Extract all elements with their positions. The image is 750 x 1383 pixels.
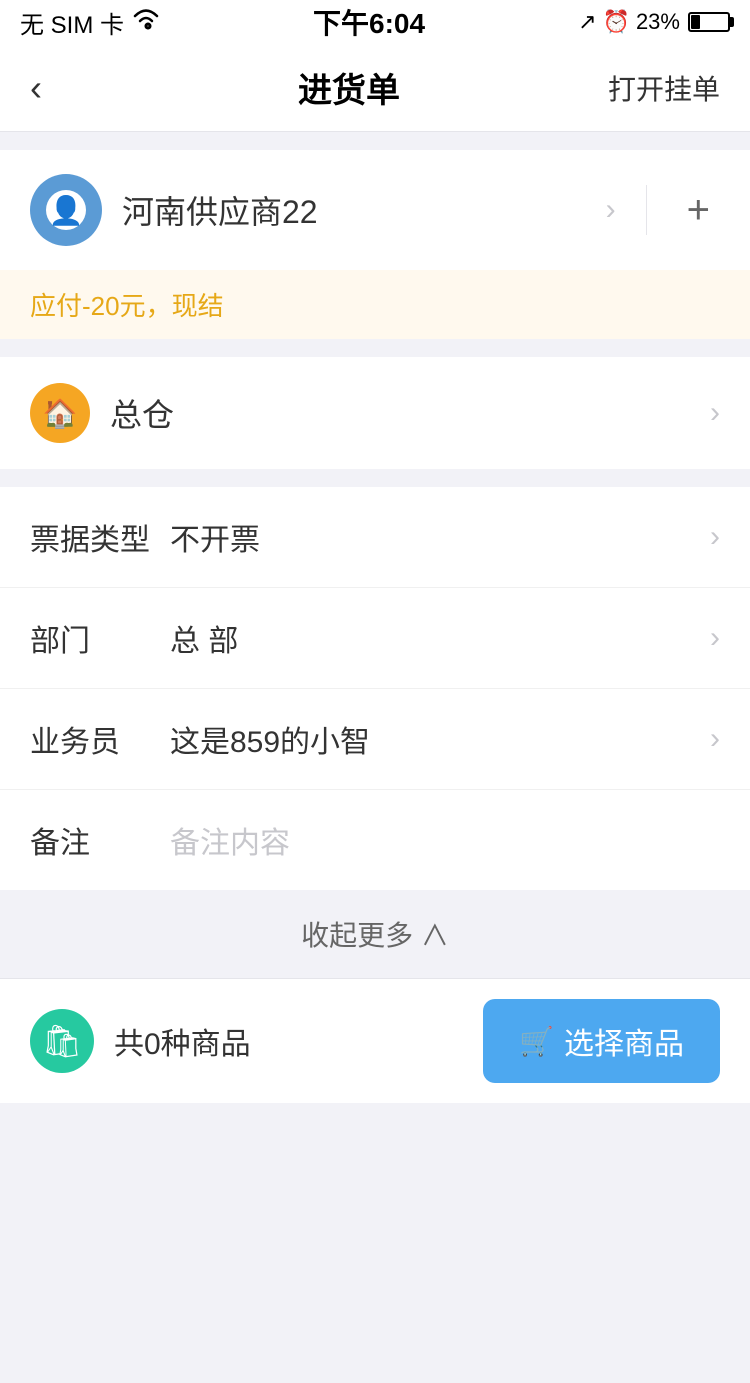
salesperson-row[interactable]: 业务员 这是859的小智 › <box>0 688 750 789</box>
page-title: 进货单 <box>298 63 400 112</box>
carrier-label: 无 SIM 卡 <box>20 5 124 40</box>
warehouse-section: 🏠 总仓 › <box>0 357 750 469</box>
notice-text: 应付-20元，现结 <box>30 291 224 321</box>
invoice-chevron-icon: › <box>710 520 720 554</box>
salesperson-value: 这是859的小智 <box>170 717 710 761</box>
goods-count: 共0种商品 <box>114 1019 463 1063</box>
collapse-row[interactable]: 收起更多 ∧ <box>0 890 750 978</box>
bottom-content <box>0 1103 750 1383</box>
notice-bar: 应付-20元，现结 <box>0 270 750 339</box>
vertical-divider <box>646 185 647 235</box>
warehouse-label: 总仓 <box>110 390 690 436</box>
top-divider <box>0 132 750 150</box>
mid-divider2 <box>0 469 750 487</box>
alarm-icon: ⏰ <box>603 9 630 35</box>
add-supplier-button[interactable]: + <box>677 188 720 233</box>
goods-icon-wrap: 🛍 <box>30 1009 94 1073</box>
invoice-type-row[interactable]: 票据类型 不开票 › <box>0 487 750 587</box>
warehouse-icon-wrap: 🏠 <box>30 383 90 443</box>
status-right: ↗ ⏰ 23% <box>578 9 730 35</box>
bottom-bar: 🛍 共0种商品 🛒 选择商品 <box>0 978 750 1103</box>
house-icon: 🏠 <box>43 397 78 430</box>
back-button[interactable]: ‹ <box>30 67 90 109</box>
invoice-type-value: 不开票 <box>170 515 710 559</box>
department-value: 总 部 <box>170 616 710 660</box>
supplier-avatar: 👤 <box>30 174 102 246</box>
supplier-name: 河南供应商22 <box>122 187 586 233</box>
warehouse-row[interactable]: 🏠 总仓 › <box>0 357 750 469</box>
dept-chevron-icon: › <box>710 621 720 655</box>
sales-chevron-icon: › <box>710 722 720 756</box>
select-btn-label: 选择商品 <box>564 1019 684 1063</box>
form-section: 票据类型 不开票 › 部门 总 部 › 业务员 这是859的小智 › 备注 备注… <box>0 487 750 890</box>
wifi-icon <box>132 8 160 37</box>
supplier-chevron-icon: › <box>606 193 616 227</box>
mid-divider1 <box>0 339 750 357</box>
invoice-type-label: 票据类型 <box>30 515 170 559</box>
department-label: 部门 <box>30 616 170 660</box>
supplier-row[interactable]: 👤 河南供应商22 › + <box>0 150 750 270</box>
goods-icon: 🛍 <box>42 1022 83 1060</box>
nav-bar: ‹ 进货单 打开挂单 <box>0 44 750 132</box>
battery-icon <box>688 12 730 32</box>
remark-placeholder: 备注内容 <box>170 818 720 862</box>
remark-row[interactable]: 备注 备注内容 <box>0 789 750 890</box>
status-bar: 无 SIM 卡 下午6:04 ↗ ⏰ 23% <box>0 0 750 44</box>
salesperson-label: 业务员 <box>30 717 170 761</box>
battery-percent: 23% <box>636 9 680 35</box>
department-row[interactable]: 部门 总 部 › <box>0 587 750 688</box>
status-left: 无 SIM 卡 <box>20 5 160 40</box>
select-goods-button[interactable]: 🛒 选择商品 <box>483 999 720 1083</box>
location-icon: ↗ <box>578 9 596 35</box>
collapse-label: 收起更多 ∧ <box>301 914 449 954</box>
select-cart-icon: 🛒 <box>519 1025 554 1058</box>
supplier-section: 👤 河南供应商22 › + 应付-20元，现结 <box>0 150 750 339</box>
remark-label: 备注 <box>30 818 170 862</box>
person-icon: 👤 <box>49 194 84 227</box>
warehouse-chevron-icon: › <box>710 396 720 430</box>
status-time: 下午6:04 <box>313 2 425 42</box>
open-pending-button[interactable]: 打开挂单 <box>608 68 720 108</box>
